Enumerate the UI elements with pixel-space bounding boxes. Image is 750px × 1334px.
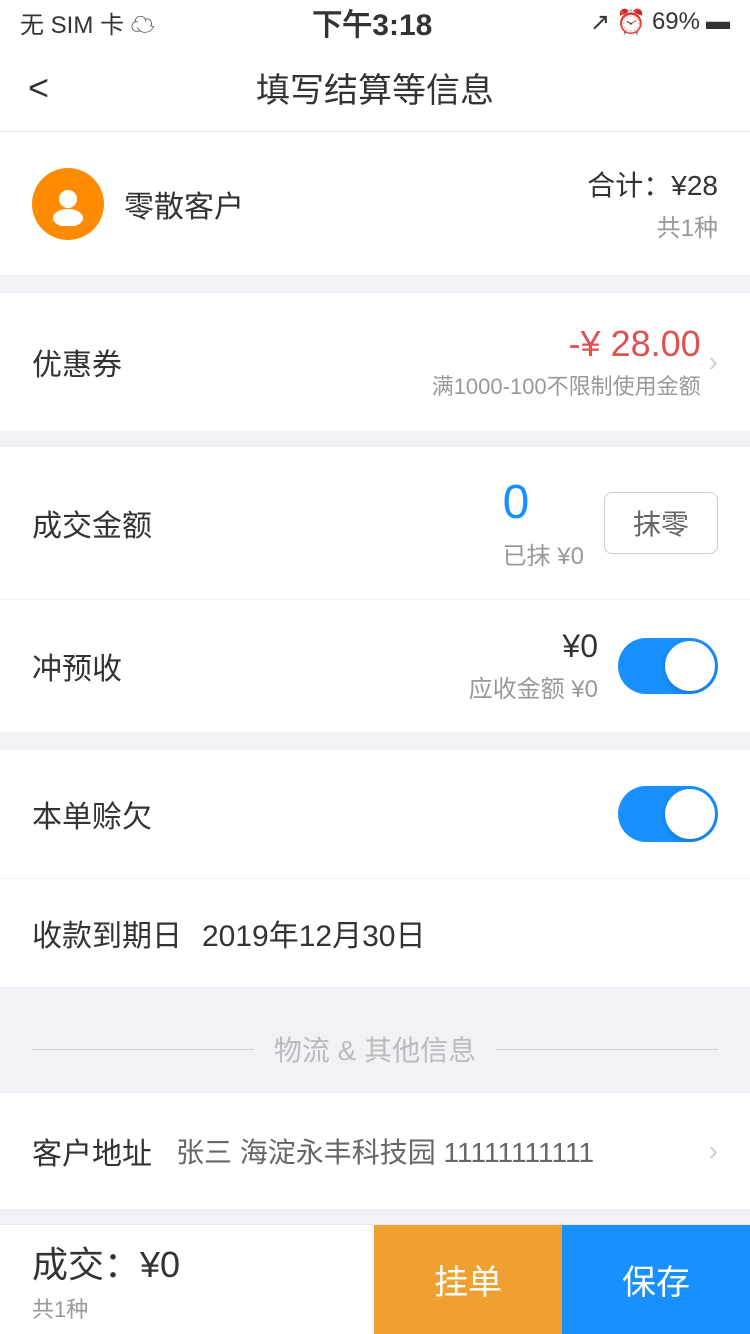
amount-value: 0: [503, 475, 584, 530]
alarm-icon: ⏰: [616, 8, 646, 37]
save-button[interactable]: 保存: [562, 1225, 750, 1334]
logistics-line-right: [496, 1049, 718, 1050]
nav-bar: < 填写结算等信息: [0, 44, 750, 132]
coupon-right: -¥ 28.00 满1000-100不限制使用金额 ›: [432, 323, 718, 401]
debt-toggle[interactable]: [618, 786, 718, 842]
duedate-label: 收款到期日: [32, 911, 182, 955]
customer-right: 合计：¥28 共1种: [587, 164, 718, 243]
amount-label: 成交金额: [32, 501, 152, 545]
prepay-section: 冲预收 ¥0 应收金额 ¥0: [0, 599, 750, 732]
debt-section: 本单赊欠: [0, 750, 750, 878]
divider-2: [0, 431, 750, 447]
sim-status: 无 SIM 卡 ☁: [20, 5, 155, 40]
amount-right: 0 已抹 ¥0 抹零: [503, 475, 718, 571]
divider-3: [0, 732, 750, 748]
divider-1: [0, 277, 750, 293]
status-left: 无 SIM 卡 ☁: [20, 5, 155, 40]
bottom-info: 成交：¥0 共1种: [0, 1236, 374, 1324]
coupon-section[interactable]: 优惠券 -¥ 28.00 满1000-100不限制使用金额 ›: [0, 293, 750, 431]
prepay-right: ¥0 应收金额 ¥0: [469, 628, 718, 704]
amount-sub: 已抹 ¥0: [503, 536, 584, 571]
bottom-deal-label: 成交：: [32, 1244, 140, 1285]
prepay-value-block: ¥0 应收金额 ¥0: [469, 628, 598, 704]
prepay-sub: 应收金额 ¥0: [469, 669, 598, 704]
divider-4: [0, 987, 750, 1003]
customer-left: 零散客户: [32, 168, 244, 240]
amount-row: 成交金额 0 已抹 ¥0 抹零: [32, 475, 718, 571]
coupon-desc: 满1000-100不限制使用金额: [432, 369, 701, 401]
customer-name: 零散客户: [124, 182, 244, 226]
duedate-value: 2019年12月30日: [202, 911, 425, 955]
status-right: ↗ ⏰ 69% ▬: [590, 8, 730, 37]
prepay-label: 冲预收: [32, 644, 122, 688]
user-icon: [46, 182, 90, 226]
coupon-label: 优惠券: [32, 340, 122, 384]
bottom-bar: 成交：¥0 共1种 挂单 保存: [0, 1224, 750, 1334]
pending-button[interactable]: 挂单: [374, 1225, 562, 1334]
page-title: 填写结算等信息: [256, 63, 494, 112]
address-label: 客户地址: [32, 1129, 152, 1173]
status-bar: 无 SIM 卡 ☁ 下午3:18 ↗ ⏰ 69% ▬: [0, 0, 750, 44]
location-icon: ↗: [590, 8, 610, 37]
customer-section: 零散客户 合计：¥28 共1种: [0, 132, 750, 275]
logistics-text: 物流 & 其他信息: [274, 1029, 476, 1069]
customer-avatar: [32, 168, 104, 240]
prepay-toggle[interactable]: [618, 638, 718, 694]
battery-icon: ▬: [706, 8, 730, 36]
status-time: 下午3:18: [312, 0, 432, 44]
customer-total: 合计：¥28: [587, 164, 718, 204]
coupon-value: -¥ 28.00: [432, 323, 701, 365]
content: 零散客户 合计：¥28 共1种 优惠券 -¥ 28.00 满1000-100不限…: [0, 132, 750, 1329]
bottom-deal: 成交：¥0: [32, 1236, 342, 1288]
amount-value-block: 0 已抹 ¥0: [503, 475, 584, 571]
duedate-row: 收款到期日 2019年12月30日: [32, 911, 718, 955]
coupon-value-block: -¥ 28.00 满1000-100不限制使用金额: [432, 323, 701, 401]
bottom-count: 共1种: [32, 1292, 342, 1324]
round-zero-button[interactable]: 抹零: [604, 492, 718, 554]
customer-count: 共1种: [587, 208, 718, 243]
back-button[interactable]: <: [28, 67, 49, 109]
logistics-line-left: [32, 1049, 254, 1050]
address-value: 张三 海淀永丰科技园 11111111111: [176, 1131, 709, 1171]
debt-label: 本单赊欠: [32, 792, 152, 836]
amount-section: 成交金额 0 已抹 ¥0 抹零: [0, 447, 750, 599]
battery-level: 69%: [652, 8, 700, 36]
toggle-knob: [665, 641, 715, 691]
chevron-right-icon: ›: [709, 346, 718, 378]
logistics-section: 物流 & 其他信息: [0, 1005, 750, 1093]
prepay-amount: ¥0: [469, 628, 598, 665]
debt-toggle-knob: [665, 789, 715, 839]
duedate-section: 收款到期日 2019年12月30日: [0, 878, 750, 987]
address-section[interactable]: 客户地址 张三 海淀永丰科技园 11111111111 ›: [0, 1093, 750, 1209]
bottom-deal-value: ¥0: [140, 1244, 180, 1285]
address-chevron-icon: ›: [709, 1135, 718, 1167]
